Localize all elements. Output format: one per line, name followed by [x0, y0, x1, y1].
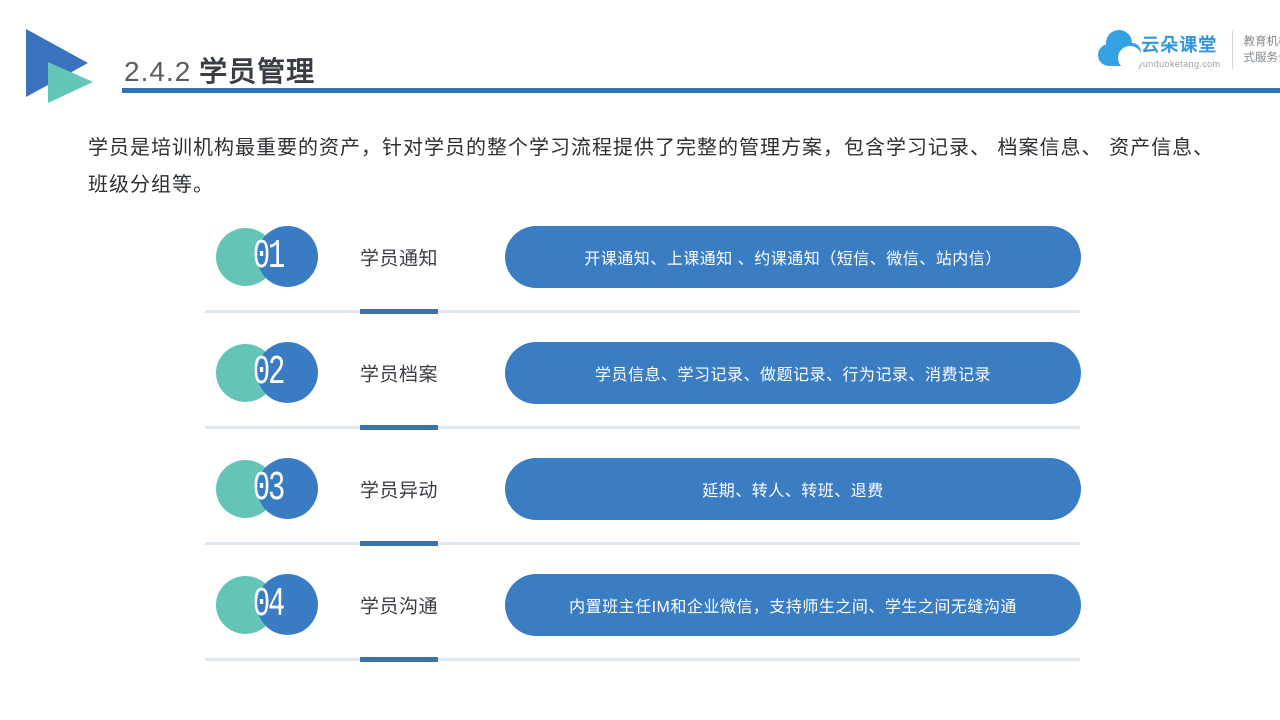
row-divider: [205, 658, 1080, 661]
row-label: 学员通知: [360, 244, 438, 271]
row-divider-accent: [360, 309, 438, 314]
row-label: 学员沟通: [360, 592, 438, 619]
feature-rows: 01 学员通知 开课通知、上课通知 、约课通知（短信、微信、站内信） 02 学员…: [0, 0, 1280, 720]
feature-row-communicate: 04 学员沟通 内置班主任IM和企业微信，支持师生之间、学生之间无缝沟通: [0, 549, 1280, 661]
row-number: 03: [248, 457, 288, 520]
feature-row-notify: 01 学员通知 开课通知、上课通知 、约课通知（短信、微信、站内信）: [0, 201, 1280, 313]
row-detail-pill: 开课通知、上课通知 、约课通知（短信、微信、站内信）: [505, 226, 1081, 288]
row-label: 学员异动: [360, 476, 438, 503]
row-number: 04: [248, 573, 288, 636]
row-number-badge: 01: [216, 226, 318, 288]
row-number-badge: 04: [216, 574, 318, 636]
row-detail-pill: 内置班主任IM和企业微信，支持师生之间、学生之间无缝沟通: [505, 574, 1081, 636]
row-label: 学员档案: [360, 360, 438, 387]
row-divider-accent: [360, 425, 438, 430]
row-detail-pill: 延期、转人、转班、退费: [505, 458, 1081, 520]
row-divider: [205, 542, 1080, 545]
feature-row-change: 03 学员异动 延期、转人、转班、退费: [0, 433, 1280, 545]
row-number-badge: 03: [216, 458, 318, 520]
row-divider: [205, 310, 1080, 313]
slide-page: 2.4.2 学员管理 云朵课堂 yunduoketang.com 教育机构一站 …: [0, 0, 1280, 720]
row-number: 01: [248, 225, 288, 288]
feature-row-archive: 02 学员档案 学员信息、学习记录、做题记录、行为记录、消费记录: [0, 317, 1280, 429]
row-divider-accent: [360, 657, 438, 662]
row-number-badge: 02: [216, 342, 318, 404]
row-divider-accent: [360, 541, 438, 546]
row-number: 02: [248, 341, 288, 404]
row-divider: [205, 426, 1080, 429]
row-detail-pill: 学员信息、学习记录、做题记录、行为记录、消费记录: [505, 342, 1081, 404]
